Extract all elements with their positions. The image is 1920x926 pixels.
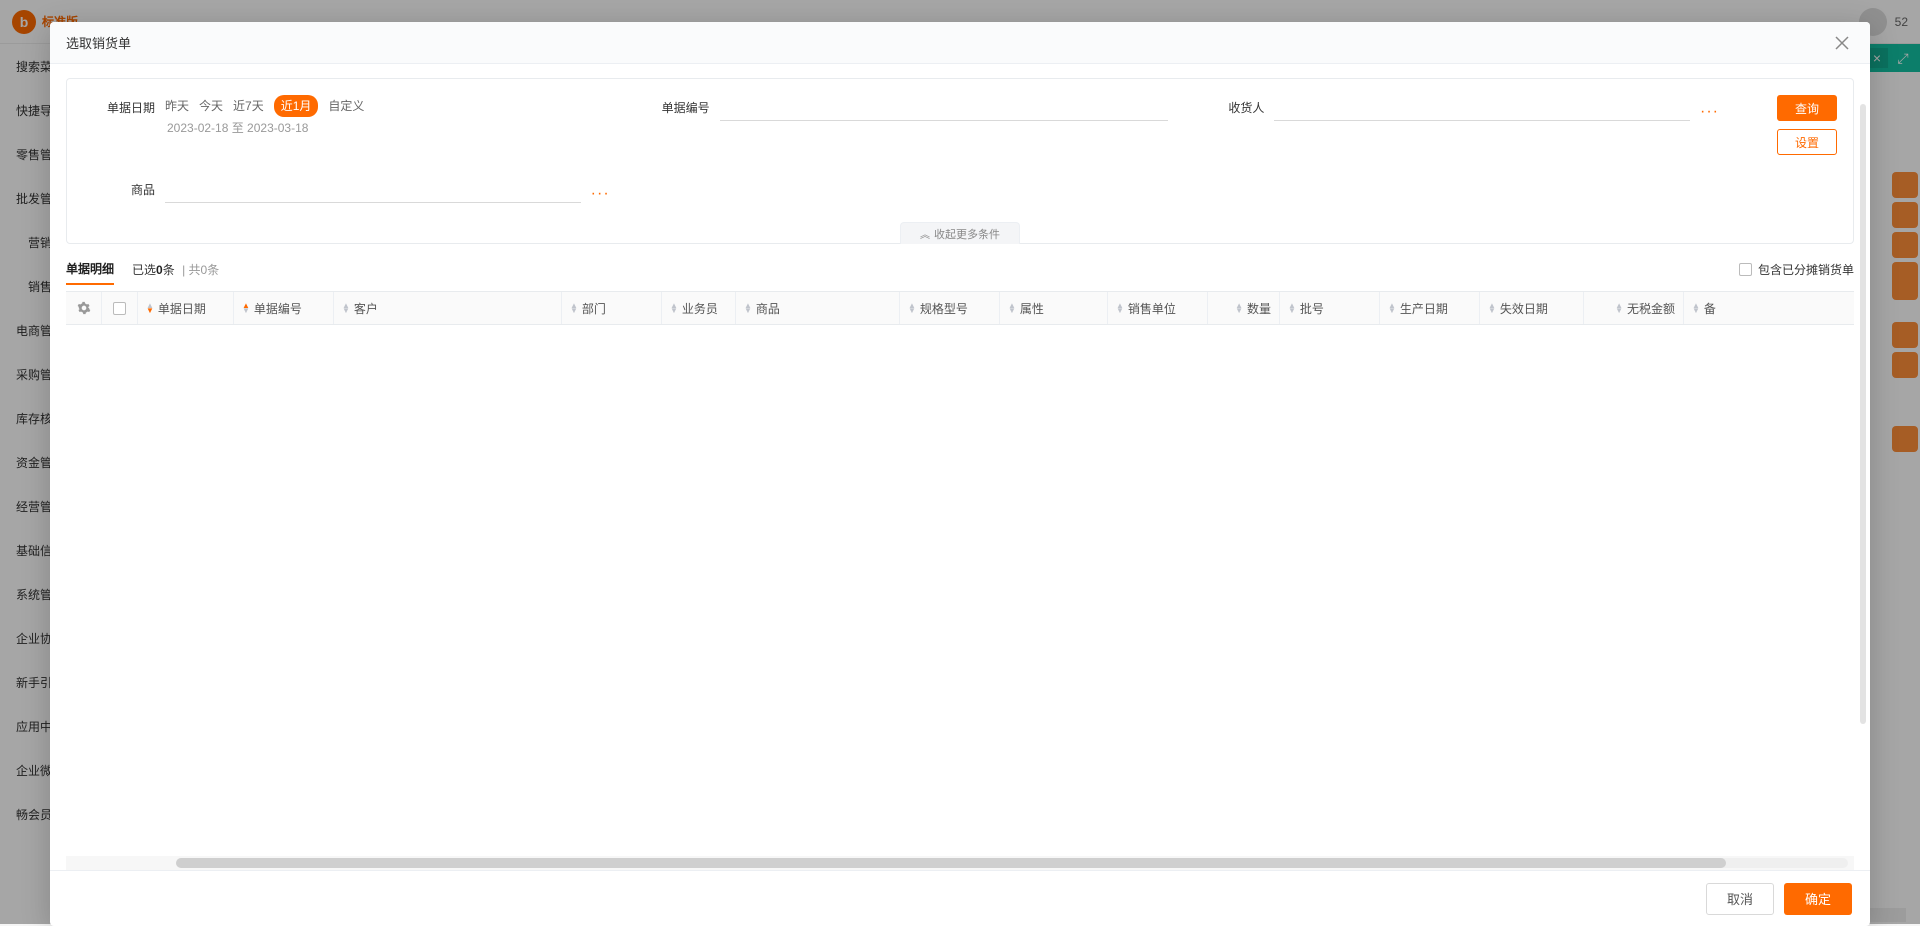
chevron-up-icon: ︽ bbox=[920, 226, 930, 241]
filter-receiver-input[interactable] bbox=[1274, 95, 1690, 121]
selected-count: 已选0条 | 共0条 bbox=[132, 261, 219, 278]
cancel-button[interactable]: 取消 bbox=[1706, 883, 1774, 915]
modal-header: 选取销货单 bbox=[50, 22, 1870, 64]
date-range-display: 2023-02-18 至 2023-03-18 bbox=[165, 119, 614, 136]
column-header-code[interactable]: ▲▼ 单据编号 bbox=[234, 292, 334, 324]
table-horizontal-scrollbar[interactable] bbox=[66, 856, 1854, 870]
date-preset-last1month[interactable]: 近1月 bbox=[274, 95, 319, 117]
total-count: | 共0条 bbox=[182, 263, 219, 277]
sort-icon[interactable]: ▲▼ bbox=[670, 303, 678, 313]
column-label: 无税金额 bbox=[1627, 300, 1675, 317]
column-header-dept[interactable]: ▲▼ 部门 bbox=[562, 292, 662, 324]
modal-title: 选取销货单 bbox=[66, 33, 131, 52]
date-preset-last7[interactable]: 近7天 bbox=[233, 96, 264, 116]
column-header-batch[interactable]: ▲▼ 批号 bbox=[1280, 292, 1380, 324]
table-header: ▲▼单据日期▲▼单据编号▲▼客户▲▼部门▲▼业务员▲▼商品▲▼规格型号▲▼属性▲… bbox=[66, 291, 1854, 325]
column-header-prod_date[interactable]: ▲▼ 生产日期 bbox=[1380, 292, 1480, 324]
modal-footer: 取消 确定 bbox=[50, 870, 1870, 926]
column-label: 失效日期 bbox=[1500, 300, 1548, 317]
date-preset-custom[interactable]: 自定义 bbox=[328, 96, 364, 116]
date-preset-today[interactable]: 今天 bbox=[199, 96, 223, 116]
filter-date: 单据日期 昨天 今天 近7天 近1月 自定义 2023-02-18 至 2023… bbox=[83, 95, 614, 136]
table-body-empty bbox=[66, 325, 1854, 856]
column-header-customer[interactable]: ▲▼ 客户 bbox=[334, 292, 562, 324]
column-label: 规格型号 bbox=[920, 300, 968, 317]
filter-code-input[interactable] bbox=[720, 95, 1169, 121]
sort-icon[interactable]: ▲▼ bbox=[744, 303, 752, 313]
sort-icon[interactable]: ▲▼ bbox=[146, 303, 154, 313]
filter-code: 单据编号 bbox=[638, 95, 1169, 121]
column-header-qty[interactable]: ▲▼ 数量 bbox=[1208, 292, 1280, 324]
column-label: 销售单位 bbox=[1128, 300, 1176, 317]
column-label: 批号 bbox=[1300, 300, 1324, 317]
include-dispatched-label: 包含已分摊销货单 bbox=[1758, 261, 1854, 278]
filter-button-column: 查询 设置 bbox=[1747, 95, 1837, 155]
modal-body: 单据日期 昨天 今天 近7天 近1月 自定义 2023-02-18 至 2023… bbox=[50, 64, 1870, 870]
column-label: 单据编号 bbox=[254, 300, 302, 317]
sort-icon[interactable]: ▲▼ bbox=[342, 303, 350, 313]
sort-icon[interactable]: ▲▼ bbox=[242, 303, 250, 313]
sort-icon[interactable]: ▲▼ bbox=[1488, 303, 1496, 313]
filter-receiver: 收货人 ··· bbox=[1192, 95, 1723, 121]
column-label: 属性 bbox=[1020, 300, 1044, 317]
sort-icon[interactable]: ▲▼ bbox=[1235, 303, 1243, 313]
column-label: 单据日期 bbox=[158, 300, 206, 317]
sort-icon[interactable]: ▲▼ bbox=[1288, 303, 1296, 313]
filter-product-label: 商品 bbox=[83, 177, 165, 203]
date-preset-group: 昨天 今天 近7天 近1月 自定义 bbox=[165, 95, 614, 117]
date-preset-yesterday[interactable]: 昨天 bbox=[165, 96, 189, 116]
collapse-filters-toggle[interactable]: ︽ 收起更多条件 bbox=[900, 222, 1020, 244]
column-header-chk[interactable] bbox=[102, 292, 138, 324]
results-table: ▲▼单据日期▲▼单据编号▲▼客户▲▼部门▲▼业务员▲▼商品▲▼规格型号▲▼属性▲… bbox=[66, 291, 1854, 870]
sort-icon[interactable]: ▲▼ bbox=[908, 303, 916, 313]
column-label: 业务员 bbox=[682, 300, 718, 317]
modal-scroll-thumb[interactable] bbox=[1860, 104, 1866, 724]
settings-button[interactable]: 设置 bbox=[1777, 129, 1837, 155]
search-button[interactable]: 查询 bbox=[1777, 95, 1837, 121]
sort-icon[interactable]: ▲▼ bbox=[1388, 303, 1396, 313]
collapse-label: 收起更多条件 bbox=[934, 226, 1000, 242]
column-header-salesman[interactable]: ▲▼ 业务员 bbox=[662, 292, 736, 324]
modal-overlay: 选取销货单 单据日期 昨天 今天 近7天 近 bbox=[0, 0, 1920, 924]
filter-product-input[interactable] bbox=[165, 177, 581, 203]
column-header-expire[interactable]: ▲▼ 失效日期 bbox=[1480, 292, 1584, 324]
column-header-remark[interactable]: ▲▼ 备 bbox=[1684, 292, 1724, 324]
column-header-unit[interactable]: ▲▼ 销售单位 bbox=[1108, 292, 1208, 324]
column-header-gear[interactable] bbox=[66, 292, 102, 324]
column-label: 备 bbox=[1704, 300, 1716, 317]
tab-detail[interactable]: 单据明细 bbox=[66, 254, 114, 285]
select-all-checkbox[interactable] bbox=[113, 302, 126, 315]
include-dispatched-checkbox[interactable] bbox=[1739, 263, 1752, 276]
filter-code-label: 单据编号 bbox=[638, 95, 720, 121]
close-icon[interactable] bbox=[1830, 31, 1854, 55]
column-header-spec[interactable]: ▲▼ 规格型号 bbox=[900, 292, 1000, 324]
column-label: 商品 bbox=[756, 300, 780, 317]
gear-icon bbox=[77, 301, 91, 315]
column-header-date[interactable]: ▲▼ 单据日期 bbox=[138, 292, 234, 324]
table-scroll-thumb[interactable] bbox=[176, 858, 1726, 868]
column-label: 生产日期 bbox=[1400, 300, 1448, 317]
sort-icon[interactable]: ▲▼ bbox=[570, 303, 578, 313]
sort-icon[interactable]: ▲▼ bbox=[1008, 303, 1016, 313]
select-sales-order-modal: 选取销货单 单据日期 昨天 今天 近7天 近 bbox=[50, 22, 1870, 926]
column-header-amount[interactable]: ▲▼ 无税金额 bbox=[1584, 292, 1684, 324]
tab-row: 单据明细 已选0条 | 共0条 包含已分摊销货单 bbox=[66, 254, 1854, 285]
column-header-product[interactable]: ▲▼ 商品 bbox=[736, 292, 900, 324]
filter-product: 商品 ··· bbox=[83, 177, 614, 203]
confirm-button[interactable]: 确定 bbox=[1784, 883, 1852, 915]
sort-icon[interactable]: ▲▼ bbox=[1692, 303, 1700, 313]
modal-vertical-scrollbar[interactable] bbox=[1859, 64, 1867, 870]
column-label: 数量 bbox=[1247, 300, 1271, 317]
product-more-icon[interactable]: ··· bbox=[587, 185, 614, 203]
filter-receiver-label: 收货人 bbox=[1192, 95, 1274, 121]
column-label: 客户 bbox=[354, 300, 378, 317]
column-header-attr[interactable]: ▲▼ 属性 bbox=[1000, 292, 1108, 324]
receiver-more-icon[interactable]: ··· bbox=[1696, 103, 1723, 121]
sort-icon[interactable]: ▲▼ bbox=[1615, 303, 1623, 313]
filter-date-label: 单据日期 bbox=[83, 95, 165, 121]
column-label: 部门 bbox=[582, 300, 606, 317]
sort-icon[interactable]: ▲▼ bbox=[1116, 303, 1124, 313]
filter-panel: 单据日期 昨天 今天 近7天 近1月 自定义 2023-02-18 至 2023… bbox=[66, 78, 1854, 244]
